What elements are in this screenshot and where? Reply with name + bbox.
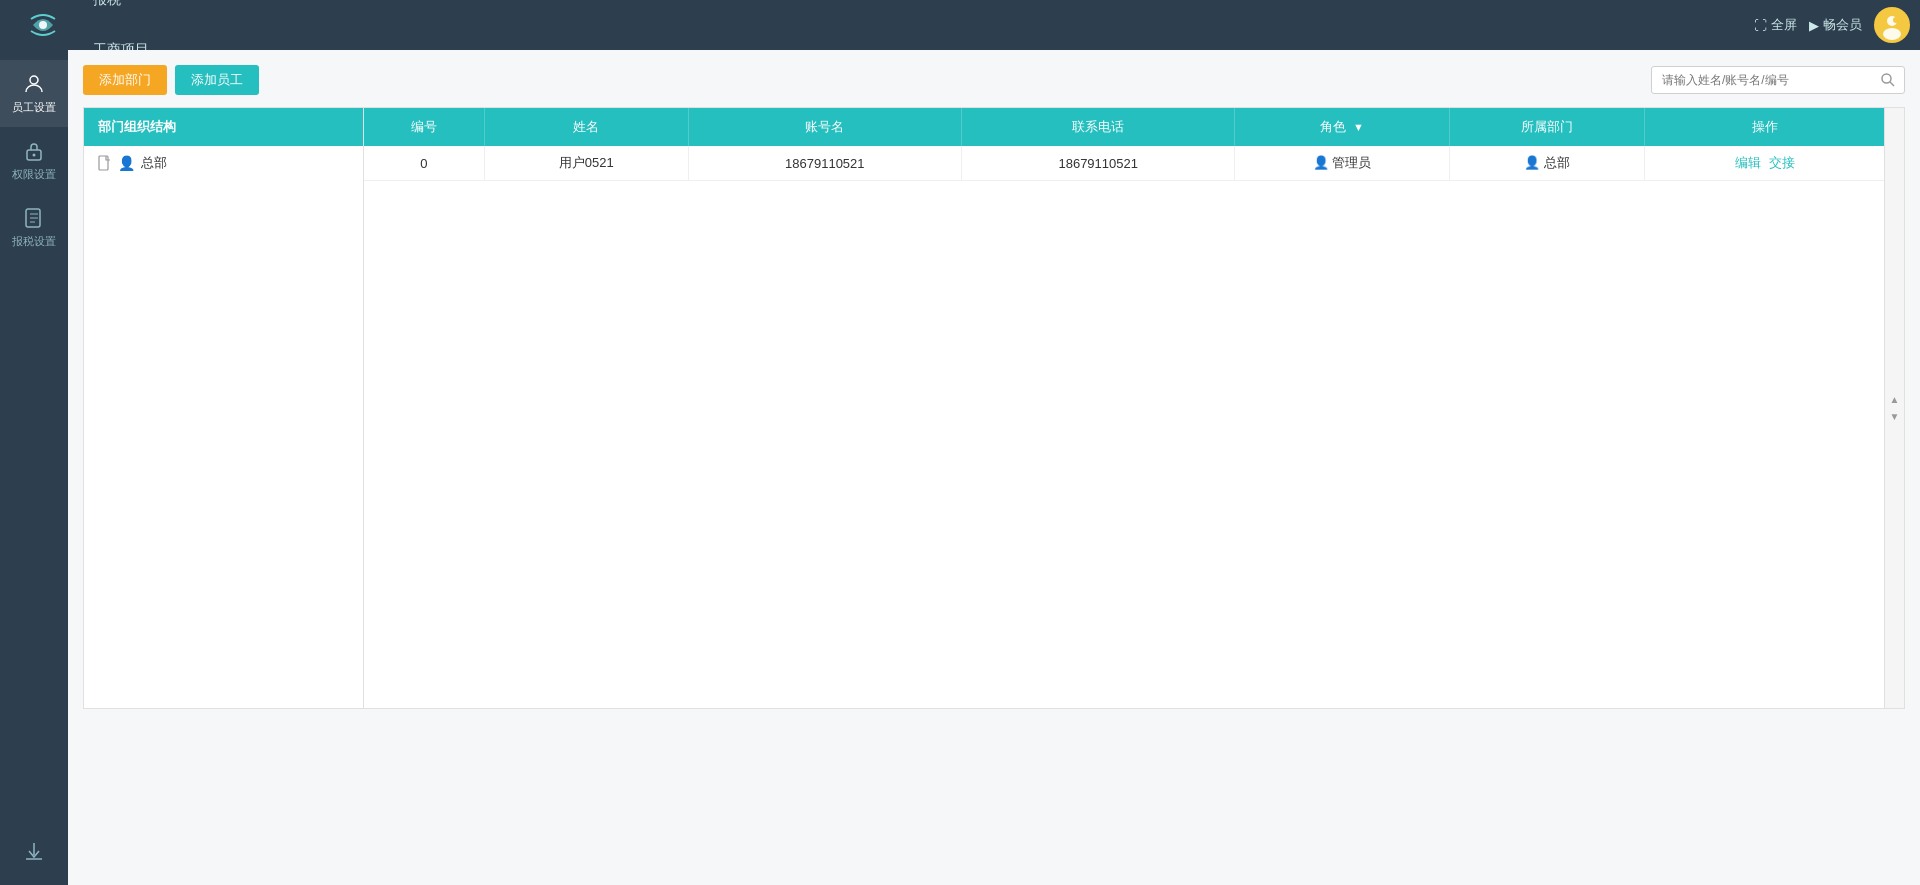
cell-phone: 18679110521	[962, 146, 1235, 181]
app-logo	[10, 7, 75, 43]
th-role[interactable]: 角色 ▼	[1235, 108, 1449, 146]
avatar[interactable]	[1874, 7, 1910, 43]
cell-role: 👤 管理员	[1235, 146, 1449, 181]
svg-rect-10	[99, 156, 108, 170]
download-icon	[22, 839, 46, 863]
lock-icon	[22, 139, 46, 163]
table-header: 编号 姓名 账号名 联系电话 角色 ▼ 所属部门 操作	[364, 108, 1884, 146]
scroll-up-arrow[interactable]: ▲	[1887, 391, 1903, 408]
sidebar: 员工设置 权限设置 报税设置	[0, 50, 68, 885]
content-area: 添加部门 添加员工 部门组织结构	[68, 50, 1920, 885]
top-nav-right: ⛶ 全屏 ▶ 畅会员	[1754, 7, 1910, 43]
file-icon	[98, 155, 112, 171]
th-name: 姓名	[484, 108, 688, 146]
add-employee-button[interactable]: 添加员工	[175, 65, 259, 95]
dept-tree-item-label: 总部	[141, 154, 167, 172]
action-编辑[interactable]: 编辑	[1735, 155, 1761, 170]
sidebar-item-download[interactable]	[0, 827, 68, 875]
svg-point-4	[30, 76, 38, 84]
svg-point-2	[1883, 28, 1901, 40]
search-box	[1651, 66, 1905, 94]
table-header-row: 编号 姓名 账号名 联系电话 角色 ▼ 所属部门 操作	[364, 108, 1884, 146]
th-role-label: 角色	[1320, 119, 1346, 134]
th-id: 编号	[364, 108, 484, 146]
cell-id: 0	[364, 146, 484, 181]
fullscreen-icon: ⛶	[1754, 18, 1767, 33]
employee-table-section: 编号 姓名 账号名 联系电话 角色 ▼ 所属部门 操作	[364, 108, 1884, 708]
cell-actions: 编辑交接	[1645, 146, 1884, 181]
nav-item-报税[interactable]: 报税	[75, 0, 167, 25]
th-dept: 所属部门	[1449, 108, 1644, 146]
dept-tree: 部门组织结构 👤 总部	[84, 108, 364, 708]
tax-icon	[22, 206, 46, 230]
svg-line-9	[1890, 82, 1894, 86]
sidebar-item-tax-settings[interactable]: 报税设置	[0, 194, 68, 261]
cell-dept: 👤 总部	[1449, 146, 1644, 181]
fullscreen-button[interactable]: ⛶ 全屏	[1754, 16, 1797, 34]
employee-area: 部门组织结构 👤 总部 编号 姓名	[83, 107, 1905, 709]
employee-table: 编号 姓名 账号名 联系电话 角色 ▼ 所属部门 操作	[364, 108, 1884, 181]
scroll-down-arrow[interactable]: ▼	[1887, 408, 1903, 425]
main-layout: 员工设置 权限设置 报税设置	[0, 50, 1920, 885]
search-input[interactable]	[1652, 68, 1872, 92]
th-actions: 操作	[1645, 108, 1884, 146]
vip-button[interactable]: ▶ 畅会员	[1809, 16, 1862, 34]
sidebar-item-label: 报税设置	[12, 234, 56, 249]
vip-label: 畅会员	[1823, 16, 1862, 34]
filter-icon: ▼	[1353, 121, 1364, 133]
dept-tree-header: 部门组织结构	[84, 108, 363, 146]
sidebar-item-label: 员工设置	[12, 100, 56, 115]
person-settings-icon	[22, 72, 46, 96]
sidebar-item-permission-settings[interactable]: 权限设置	[0, 127, 68, 194]
action-交接[interactable]: 交接	[1769, 155, 1795, 170]
add-dept-button[interactable]: 添加部门	[83, 65, 167, 95]
svg-point-3	[1893, 17, 1899, 23]
svg-point-0	[39, 21, 47, 29]
search-icon	[1880, 72, 1896, 88]
fullscreen-label: 全屏	[1771, 16, 1797, 34]
dept-tree-item-general[interactable]: 👤 总部	[84, 146, 363, 180]
scroll-arrows: ▲ ▼	[1884, 108, 1904, 708]
cell-account: 18679110521	[688, 146, 961, 181]
top-navigation: 首页客户收费票据记账报税工商项目消息管理经营服务设置 ⛶ 全屏 ▶ 畅会员	[0, 0, 1920, 50]
sidebar-item-employee-settings[interactable]: 员工设置	[0, 60, 68, 127]
toolbar: 添加部门 添加员工	[83, 65, 1905, 95]
cell-name: 用户0521	[484, 146, 688, 181]
svg-point-6	[33, 154, 36, 157]
search-button[interactable]	[1872, 67, 1904, 93]
sidebar-item-label: 权限设置	[12, 167, 56, 182]
dept-user-icon: 👤	[118, 155, 135, 171]
vip-icon: ▶	[1809, 18, 1819, 33]
th-phone: 联系电话	[962, 108, 1235, 146]
svg-point-8	[1882, 74, 1891, 83]
table-row: 0 用户0521 18679110521 18679110521 👤 管理员 👤…	[364, 146, 1884, 181]
th-account: 账号名	[688, 108, 961, 146]
table-body: 0 用户0521 18679110521 18679110521 👤 管理员 👤…	[364, 146, 1884, 181]
